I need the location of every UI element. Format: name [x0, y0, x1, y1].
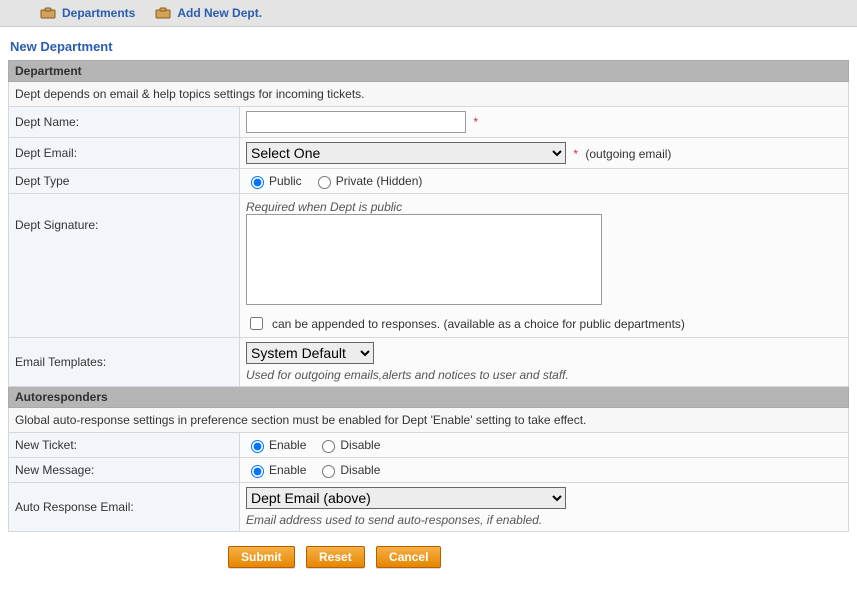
- required-star: *: [473, 115, 478, 129]
- dept-type-private-radio[interactable]: [318, 176, 331, 189]
- toolbar-add-dept[interactable]: Add New Dept.: [155, 5, 262, 21]
- new-message-disable-radio[interactable]: [322, 465, 335, 478]
- email-templates-hint: Used for outgoing emails,alerts and noti…: [246, 368, 842, 382]
- toolbar-add-label: Add New Dept.: [177, 6, 262, 20]
- page-title: New Department: [10, 39, 849, 54]
- add-dept-icon: [155, 5, 171, 21]
- new-ticket-enable-label: Enable: [269, 438, 306, 452]
- dept-type-public-radio[interactable]: [251, 176, 264, 189]
- auto-response-email-select[interactable]: Dept Email (above): [246, 487, 566, 509]
- section-department-desc: Dept depends on email & help topics sett…: [9, 82, 849, 107]
- new-ticket-disable-label: Disable: [340, 438, 380, 452]
- cancel-button[interactable]: Cancel: [376, 546, 441, 568]
- new-ticket-enable-radio[interactable]: [251, 440, 264, 453]
- dept-email-label: Dept Email:: [9, 138, 240, 169]
- section-autoresponders-desc: Global auto-response settings in prefere…: [9, 408, 849, 433]
- dept-email-tail: (outgoing email): [585, 147, 671, 161]
- required-star: *: [573, 147, 578, 161]
- signature-append-checkbox[interactable]: [250, 317, 263, 330]
- dept-name-label: Dept Name:: [9, 107, 240, 138]
- new-message-enable-label: Enable: [269, 463, 306, 477]
- toolbar: Departments Add New Dept.: [0, 0, 857, 27]
- new-ticket-label: New Ticket:: [9, 433, 240, 458]
- auto-response-email-hint: Email address used to send auto-response…: [246, 513, 842, 527]
- toolbar-departments[interactable]: Departments: [40, 5, 135, 21]
- reset-button[interactable]: Reset: [306, 546, 365, 568]
- button-row: Submit Reset Cancel: [8, 532, 849, 582]
- dept-signature-hint: Required when Dept is public: [246, 200, 402, 214]
- dept-email-select[interactable]: Select One: [246, 142, 566, 164]
- section-autoresponders-title: Autoresponders: [9, 387, 849, 408]
- dept-signature-label: Dept Signature:: [9, 194, 240, 338]
- departments-icon: [40, 5, 56, 21]
- section-department-title: Department: [9, 61, 849, 82]
- dept-type-label: Dept Type: [9, 169, 240, 194]
- new-message-disable-label: Disable: [340, 463, 380, 477]
- signature-append-text: can be appended to responses. (available…: [272, 317, 685, 331]
- department-form: Department Dept depends on email & help …: [8, 60, 849, 532]
- dept-name-input[interactable]: [246, 111, 466, 133]
- dept-type-public-label: Public: [269, 174, 302, 188]
- toolbar-departments-label: Departments: [62, 6, 135, 20]
- dept-signature-textarea[interactable]: [246, 214, 602, 305]
- auto-response-email-label: Auto Response Email:: [9, 483, 240, 532]
- email-templates-label: Email Templates:: [9, 338, 240, 387]
- new-message-enable-radio[interactable]: [251, 465, 264, 478]
- dept-type-private-label: Private (Hidden): [336, 174, 423, 188]
- submit-button[interactable]: Submit: [228, 546, 295, 568]
- new-message-label: New Message:: [9, 458, 240, 483]
- new-ticket-disable-radio[interactable]: [322, 440, 335, 453]
- email-templates-select[interactable]: System Default: [246, 342, 374, 364]
